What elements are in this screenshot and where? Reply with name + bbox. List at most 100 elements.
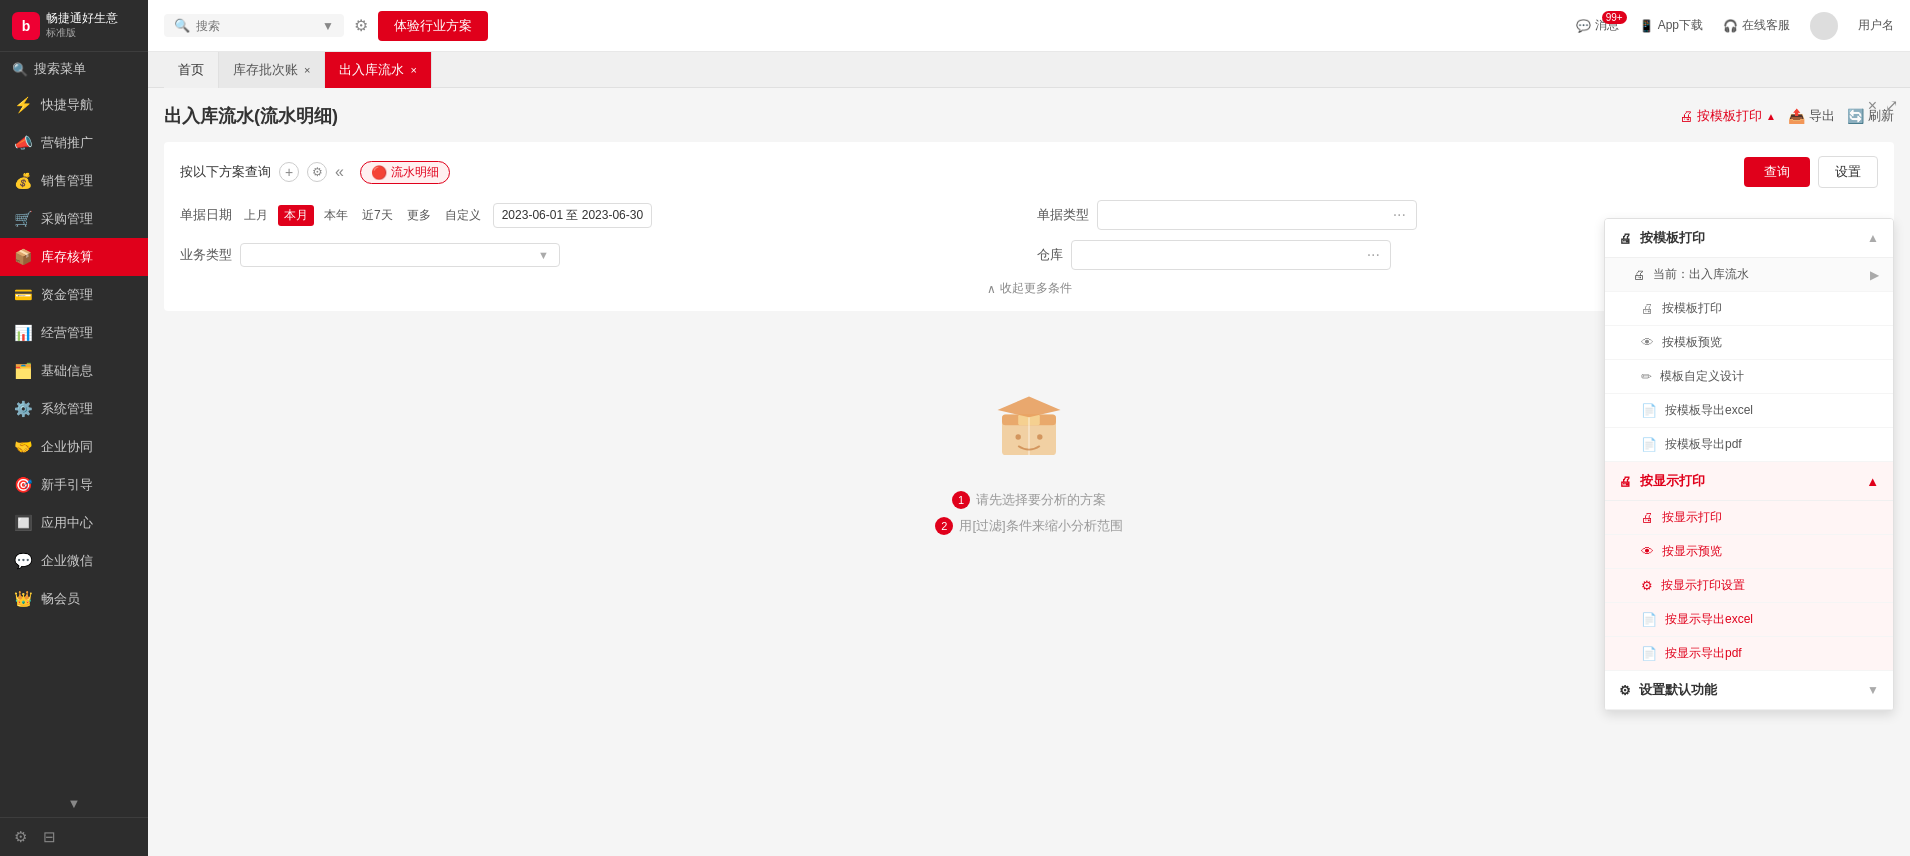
- topbar-search-box[interactable]: 🔍 ▼: [164, 14, 344, 37]
- sidebar-label-basic: 基础信息: [41, 362, 93, 380]
- sidebar-item-system[interactable]: ⚙️系统管理: [0, 390, 148, 428]
- message-badge: 99+: [1602, 11, 1627, 24]
- svg-marker-3: [998, 397, 1061, 418]
- dropdown-template-custom[interactable]: ✏ 模板自定义设计: [1605, 360, 1893, 394]
- date-opt-5[interactable]: 自定义: [441, 205, 485, 226]
- biz-type-select[interactable]: ▼: [240, 243, 560, 267]
- sidebar-icon-business: 📊: [14, 324, 33, 342]
- sidebar-item-finance[interactable]: 💳资金管理: [0, 276, 148, 314]
- dropdown-section-template-print[interactable]: 🖨 按模板打印 ▲: [1605, 219, 1893, 258]
- warehouse-select[interactable]: ···: [1071, 240, 1391, 270]
- sidebar-item-inventory[interactable]: 📦库存核算: [0, 238, 148, 276]
- date-opt-1[interactable]: 本月: [278, 205, 314, 226]
- sidebar-nav: ⚡快捷导航 📣 营销推广 💰 销售管理 🛒采购管理📦库存核算💳资金管理📊经营管理 🗂️ 基础信…: [0, 86, 148, 789]
- message-button[interactable]: 💬 消息 99+: [1576, 17, 1619, 34]
- print-button[interactable]: 🖨 按模板打印 ▲: [1679, 107, 1776, 125]
- biz-type-dropdown-icon[interactable]: ▼: [538, 249, 549, 261]
- sidebar-label-marketing: 营销推广: [41, 134, 93, 152]
- tab-flow[interactable]: 出入库流水×: [325, 52, 431, 88]
- sidebar-icon-wechat: 💬: [14, 552, 33, 570]
- tab-label-home: 首页: [178, 61, 204, 79]
- tab-close-inventory-batch[interactable]: ×: [304, 64, 310, 76]
- template-export-excel-icon: 📄: [1641, 403, 1657, 418]
- topbar-search-dropdown[interactable]: ▼: [322, 19, 334, 33]
- display-export-excel-label: 按显示导出excel: [1665, 611, 1753, 628]
- sidebar-item-basic[interactable]: 🗂️ 基础信息: [0, 352, 148, 390]
- dropdown-display-export-excel[interactable]: 📄 按显示导出excel: [1605, 603, 1893, 637]
- dropdown-display-print[interactable]: 🖨 按显示打印: [1605, 501, 1893, 535]
- doc-type-more-icon[interactable]: ···: [1393, 206, 1406, 224]
- expand-panel-button[interactable]: ⤢: [1885, 96, 1898, 115]
- sidebar-item-marketing[interactable]: 📣 营销推广: [0, 124, 148, 162]
- sidebar-item-newbie[interactable]: 🎯新手引导: [0, 466, 148, 504]
- sidebar-item-collab[interactable]: 🤝企业协同: [0, 428, 148, 466]
- sidebar-item-sales[interactable]: 💰 销售管理: [0, 162, 148, 200]
- sidebar-label-apps: 应用中心: [41, 514, 93, 532]
- filter-settings-button[interactable]: ⚙: [307, 162, 327, 182]
- date-opt-2[interactable]: 本年: [320, 205, 352, 226]
- sidebar-icon-basic: 🗂️: [14, 362, 33, 380]
- template-preview-icon: 👁: [1641, 335, 1654, 350]
- app-download-button[interactable]: 📱 App下载: [1639, 17, 1703, 34]
- dropdown-section-set-default[interactable]: ⚙ 设置默认功能 ▼: [1605, 671, 1893, 710]
- empty-step-1: 1 请先选择要分析的方案: [952, 491, 1106, 509]
- svg-point-6: [1037, 434, 1042, 439]
- date-range-display[interactable]: 2023-06-01 至 2023-06-30: [493, 203, 652, 228]
- dropdown-template-export-pdf[interactable]: 📄 按模板导出pdf: [1605, 428, 1893, 462]
- date-opt-0[interactable]: 上月: [240, 205, 272, 226]
- filter-collapse-toggle[interactable]: «: [335, 163, 344, 181]
- dropdown-menu: 🖨 按模板打印 ▲ 🖨 当前：出入库流水 ▶ 🖨 按模板打印 👁 按模板预览: [1604, 218, 1894, 711]
- toggle-icon[interactable]: ⊟: [43, 828, 56, 846]
- sidebar-item-purchase[interactable]: 🛒采购管理: [0, 200, 148, 238]
- export-button[interactable]: 📤 导出: [1788, 107, 1835, 125]
- doc-type-select[interactable]: ···: [1097, 200, 1417, 230]
- tab-home[interactable]: 首页: [164, 52, 219, 88]
- sidebar-label-member: 畅会员: [41, 590, 80, 608]
- query-button[interactable]: 查询: [1744, 157, 1810, 187]
- sidebar-scroll-down[interactable]: ▼: [0, 789, 148, 817]
- template-print-arrow: ▲: [1867, 231, 1879, 245]
- sidebar-item-quick-nav[interactable]: ⚡快捷导航: [0, 86, 148, 124]
- warehouse-more-icon[interactable]: ···: [1367, 246, 1380, 264]
- close-panel-button[interactable]: ×: [1868, 97, 1877, 115]
- dropdown-template-preview[interactable]: 👁 按模板预览: [1605, 326, 1893, 360]
- username-label[interactable]: 用户名: [1858, 17, 1894, 34]
- settings-icon[interactable]: ⚙: [14, 828, 27, 846]
- dropdown-display-preview[interactable]: 👁 按显示预览: [1605, 535, 1893, 569]
- dropdown-current-template[interactable]: 🖨 当前：出入库流水 ▶: [1605, 258, 1893, 292]
- filter-add-button[interactable]: +: [279, 162, 299, 182]
- service-button[interactable]: 🎧 在线客服: [1723, 17, 1790, 34]
- filter-tag-liushui[interactable]: 🔴 流水明细: [360, 161, 450, 184]
- dropdown-display-print-settings[interactable]: ⚙ 按显示打印设置: [1605, 569, 1893, 603]
- print-dropdown-arrow[interactable]: ▲: [1766, 111, 1776, 122]
- topbar-gear-icon[interactable]: ⚙: [354, 16, 368, 35]
- sidebar-icon-sales: 💰: [14, 172, 33, 190]
- main-area: 🔍 ▼ ⚙ 体验行业方案 💬 消息 99+ 📱 App下载 🎧 在线客服 用户名: [148, 0, 1910, 856]
- sidebar-item-wechat[interactable]: 💬企业微信: [0, 542, 148, 580]
- dropdown-template-print[interactable]: 🖨 按模板打印: [1605, 292, 1893, 326]
- tab-inventory-batch[interactable]: 库存批次账×: [219, 52, 325, 88]
- dropdown-section-display-print[interactable]: 🖨 按显示打印 ▲: [1605, 462, 1893, 501]
- date-opt-4[interactable]: 更多: [403, 205, 435, 226]
- trial-button[interactable]: 体验行业方案: [378, 11, 488, 41]
- template-export-excel-label: 按模板导出excel: [1665, 402, 1753, 419]
- sidebar-item-member[interactable]: 👑畅会员: [0, 580, 148, 618]
- doc-type-label: 单据类型: [1037, 206, 1089, 224]
- tab-close-flow[interactable]: ×: [410, 64, 416, 76]
- date-opt-3[interactable]: 近7天: [358, 205, 397, 226]
- template-print-item-icon: 🖨: [1641, 301, 1654, 316]
- user-avatar[interactable]: [1810, 12, 1838, 40]
- sidebar-label-finance: 资金管理: [41, 286, 93, 304]
- filter-settings-right-button[interactable]: 设置: [1818, 156, 1878, 188]
- dropdown-template-export-excel[interactable]: 📄 按模板导出excel: [1605, 394, 1893, 428]
- template-print-section-icon: 🖨: [1619, 231, 1632, 246]
- window-controls: × ⤢: [1856, 88, 1910, 123]
- sidebar-item-business[interactable]: 📊经营管理: [0, 314, 148, 352]
- sidebar-icon-marketing: 📣: [14, 134, 33, 152]
- template-custom-label: 模板自定义设计: [1660, 368, 1744, 385]
- dropdown-display-export-pdf[interactable]: 📄 按显示导出pdf: [1605, 637, 1893, 671]
- topbar-search-input[interactable]: [196, 19, 316, 33]
- sidebar-item-apps[interactable]: 🔲应用中心: [0, 504, 148, 542]
- sidebar-label-sales: 销售管理: [41, 172, 93, 190]
- sidebar-search[interactable]: 🔍 搜索菜单: [0, 52, 148, 86]
